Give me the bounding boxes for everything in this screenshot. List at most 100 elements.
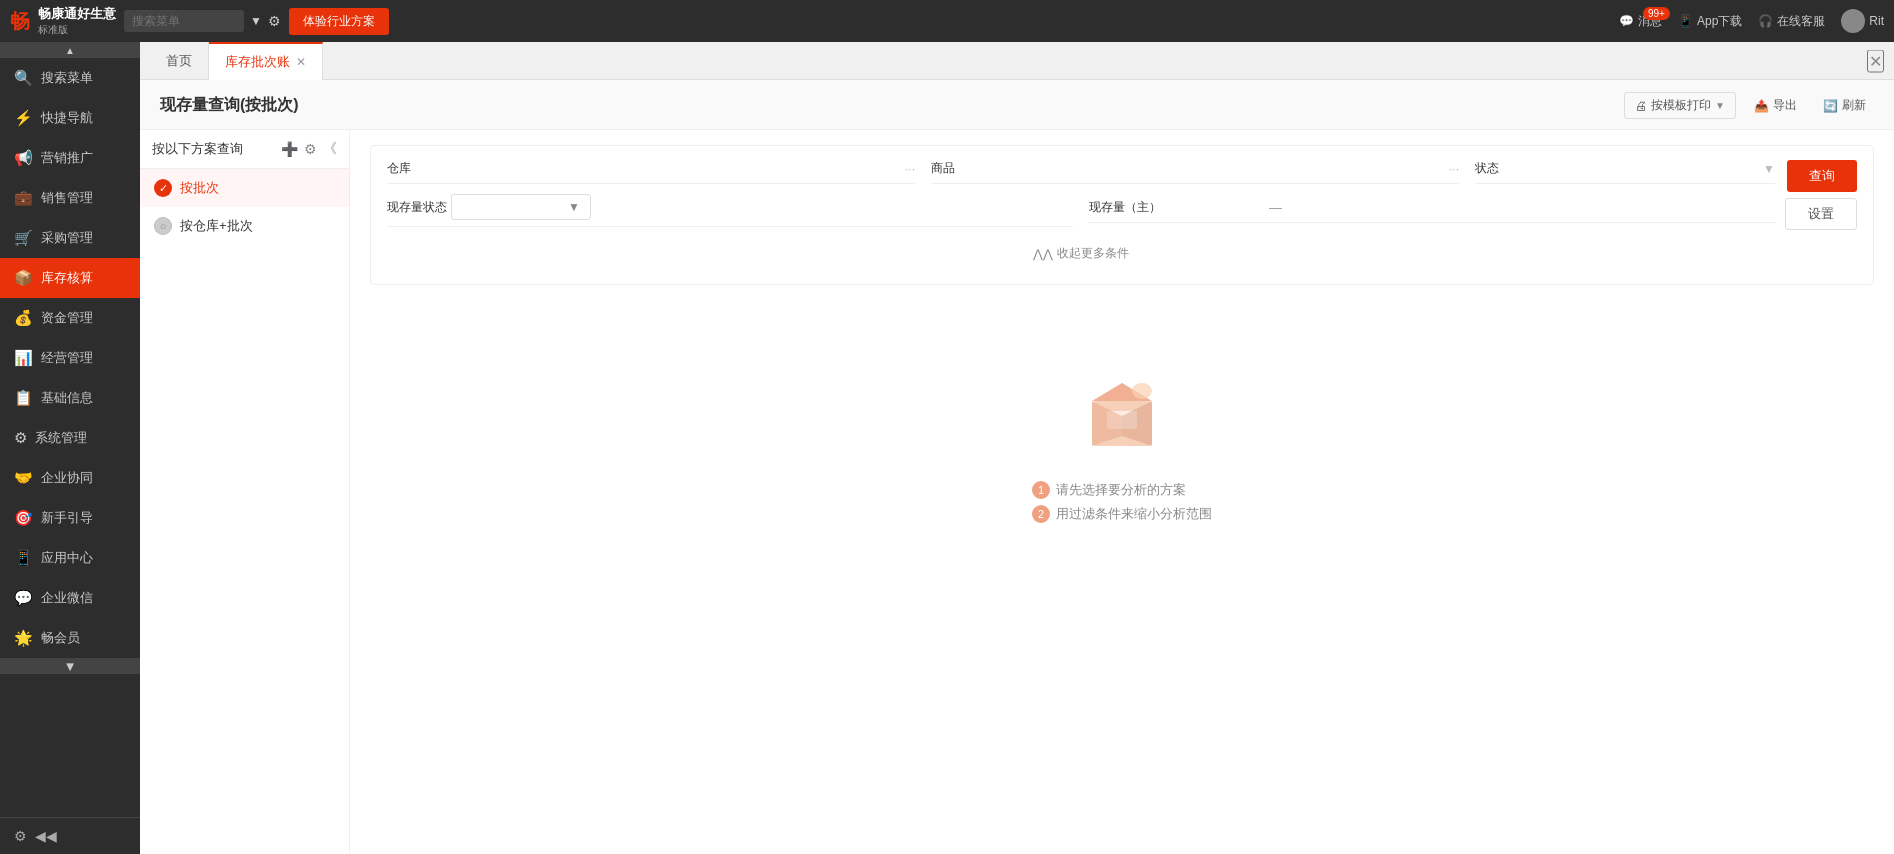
inventory-status-select[interactable]: ▼ (451, 194, 591, 220)
sidebar-item-operations[interactable]: 📊 经营管理 (0, 338, 140, 378)
product-more-btn[interactable]: ··· (1449, 162, 1459, 176)
sidebar-item-system[interactable]: ⚙ 系统管理 (0, 418, 140, 458)
page-header: 现存量查询(按批次) 🖨 按模板打印 ▼ 📤 导出 🔄 刷新 (140, 80, 1894, 130)
select-chevron-icon: ▼ (568, 200, 580, 214)
add-scheme-btn[interactable]: ➕ (281, 141, 298, 157)
hint-1-text: 请先选择要分析的方案 (1056, 481, 1186, 499)
settings-icon[interactable]: ⚙ (268, 13, 281, 29)
collapse-label: 收起更多条件 (1057, 245, 1129, 262)
global-settings-btn[interactable]: ⚙ (14, 828, 27, 844)
settings-btn[interactable]: 设置 (1785, 198, 1857, 230)
sidebar-item-label: 采购管理 (41, 229, 93, 247)
sidebar-item-label: 新手引导 (41, 509, 93, 527)
topbar: 畅 畅康通好生意 标准版 ▼ ⚙ 体验行业方案 💬 消息 99+ 📱 App下载… (0, 0, 1894, 42)
sidebar-scroll-down[interactable]: ▼ (0, 658, 140, 674)
search-dropdown-btn[interactable]: ▼ (250, 14, 262, 28)
empty-state: 1 请先选择要分析的方案 2 用过滤条件来缩小分析范围 (370, 301, 1874, 589)
warehouse-label: 仓库 (387, 160, 417, 177)
sidebar-item-newbie[interactable]: 🎯 新手引导 (0, 498, 140, 538)
sidebar-collapse-btn[interactable]: ◀◀ (35, 828, 57, 844)
hint-2-num: 2 (1032, 505, 1050, 523)
panel-close-btn[interactable]: ✕ (1867, 49, 1884, 72)
left-panel-header: 按以下方案查询 ➕ ⚙ 《 (140, 130, 349, 169)
sidebar-item-wechat[interactable]: 💬 企业微信 (0, 578, 140, 618)
tab-bar: 首页 库存批次账 ✕ ✕ (140, 42, 1894, 80)
tab-home[interactable]: 首页 (150, 42, 209, 80)
right-panel: 仓库 ··· 商品 ··· (350, 130, 1894, 854)
topbar-left: 畅 畅康通好生意 标准版 ▼ ⚙ 体验行业方案 (10, 5, 389, 37)
sales-icon: 💼 (14, 189, 33, 207)
scheme-item-by-batch[interactable]: ✓ 按批次 (140, 169, 349, 207)
page-header-actions: 🖨 按模板打印 ▼ 📤 导出 🔄 刷新 (1624, 92, 1874, 119)
inventory-qty-to[interactable] (1286, 200, 1386, 214)
export-btn[interactable]: 📤 导出 (1746, 93, 1805, 118)
username: Rit (1869, 14, 1884, 28)
messages-badge: 99+ (1643, 7, 1670, 20)
sidebar-item-basic[interactable]: 📋 基础信息 (0, 378, 140, 418)
status-dropdown-btn[interactable]: ▼ (1763, 162, 1775, 176)
warehouse-more-btn[interactable]: ··· (905, 162, 915, 176)
product-label: 商品 (931, 160, 961, 177)
settings-scheme-btn[interactable]: ⚙ (304, 141, 317, 157)
refresh-btn[interactable]: 🔄 刷新 (1815, 93, 1874, 118)
collapse-up-icon: ⋀⋀ (1033, 247, 1053, 261)
scheme-item-by-warehouse-batch[interactable]: ○ 按仓库+批次 (140, 207, 349, 245)
newbie-icon: 🎯 (14, 509, 33, 527)
sidebar-item-shortcut[interactable]: ⚡ 快捷导航 (0, 98, 140, 138)
sidebar-item-label: 企业微信 (41, 589, 93, 607)
inventory-qty-from[interactable] (1165, 200, 1265, 214)
online-service-btn[interactable]: 🎧 在线客服 (1758, 13, 1825, 30)
warehouse-field-group: 仓库 ··· (387, 160, 915, 184)
enterprise-icon: 🤝 (14, 469, 33, 487)
filter-row-2: 现存量状态 ▼ 现存量（主） (387, 194, 1775, 227)
left-panel: 按以下方案查询 ➕ ⚙ 《 ✓ 按批次 ○ 按仓库+批次 (140, 130, 350, 854)
inventory-status-label: 现存量状态 (387, 199, 447, 216)
sidebar-item-marketing[interactable]: 📢 营销推广 (0, 138, 140, 178)
search-input[interactable] (124, 10, 244, 32)
template-print-btn[interactable]: 🖨 按模板打印 ▼ (1624, 92, 1736, 119)
sidebar-item-enterprise[interactable]: 🤝 企业协同 (0, 458, 140, 498)
scheme-icon-wh-batch: ○ (154, 217, 172, 235)
sidebar-item-search[interactable]: 🔍 搜索菜单 (0, 58, 140, 98)
hint-2: 2 用过滤条件来缩小分析范围 (1032, 505, 1212, 523)
scheme-label-wh-batch: 按仓库+批次 (180, 217, 253, 235)
collapse-filter-btn[interactable]: ⋀⋀ 收起更多条件 (387, 237, 1775, 270)
messages-btn[interactable]: 💬 消息 99+ (1619, 13, 1662, 30)
status-label: 状态 (1475, 160, 1505, 177)
user-area[interactable]: Rit (1841, 9, 1884, 33)
warehouse-input[interactable] (421, 162, 901, 176)
collapse-panel-btn[interactable]: 《 (323, 140, 337, 158)
inventory-qty-label: 现存量（主） (1089, 199, 1161, 216)
app-download-label: App下载 (1697, 13, 1742, 30)
status-input[interactable] (1509, 162, 1759, 176)
sidebar-item-sales[interactable]: 💼 销售管理 (0, 178, 140, 218)
message-icon: 💬 (1619, 14, 1634, 28)
print-icon: 🖨 (1635, 99, 1647, 113)
sidebar-item-label: 系统管理 (35, 429, 87, 447)
sidebar-item-purchase[interactable]: 🛒 采购管理 (0, 218, 140, 258)
content-area: 首页 库存批次账 ✕ ✕ 现存量查询(按批次) 🖨 按模板打印 ▼ (140, 42, 1894, 854)
shortcut-icon: ⚡ (14, 109, 33, 127)
sidebar-item-apps[interactable]: 📱 应用中心 (0, 538, 140, 578)
sidebar-item-inventory[interactable]: 📦 库存核算 (0, 258, 140, 298)
query-btn[interactable]: 查询 (1787, 160, 1857, 192)
tab-close-btn[interactable]: ✕ (296, 55, 306, 69)
sidebar-scroll-up[interactable]: ▲ (0, 42, 140, 58)
vip-icon: 🌟 (14, 629, 33, 647)
sidebar-item-vip[interactable]: 🌟 畅会员 (0, 618, 140, 658)
range-dash: — (1269, 200, 1282, 215)
export-icon: 📤 (1754, 99, 1769, 113)
sidebar-bottom: ⚙ ◀◀ (0, 817, 140, 854)
industry-btn[interactable]: 体验行业方案 (289, 8, 389, 35)
filter-row-1: 仓库 ··· 商品 ··· (387, 160, 1775, 184)
status-field-group: 状态 ▼ (1475, 160, 1775, 184)
sidebar-item-finance[interactable]: 💰 资金管理 (0, 298, 140, 338)
page-title: 现存量查询(按批次) (160, 95, 299, 116)
service-icon: 🎧 (1758, 14, 1773, 28)
sidebar-item-label: 畅会员 (41, 629, 80, 647)
app-logo: 畅 (10, 8, 30, 35)
app-download-btn[interactable]: 📱 App下载 (1678, 13, 1742, 30)
product-input[interactable] (965, 162, 1445, 176)
tab-inventory-batch[interactable]: 库存批次账 ✕ (209, 42, 323, 80)
sidebar-item-label: 资金管理 (41, 309, 93, 327)
